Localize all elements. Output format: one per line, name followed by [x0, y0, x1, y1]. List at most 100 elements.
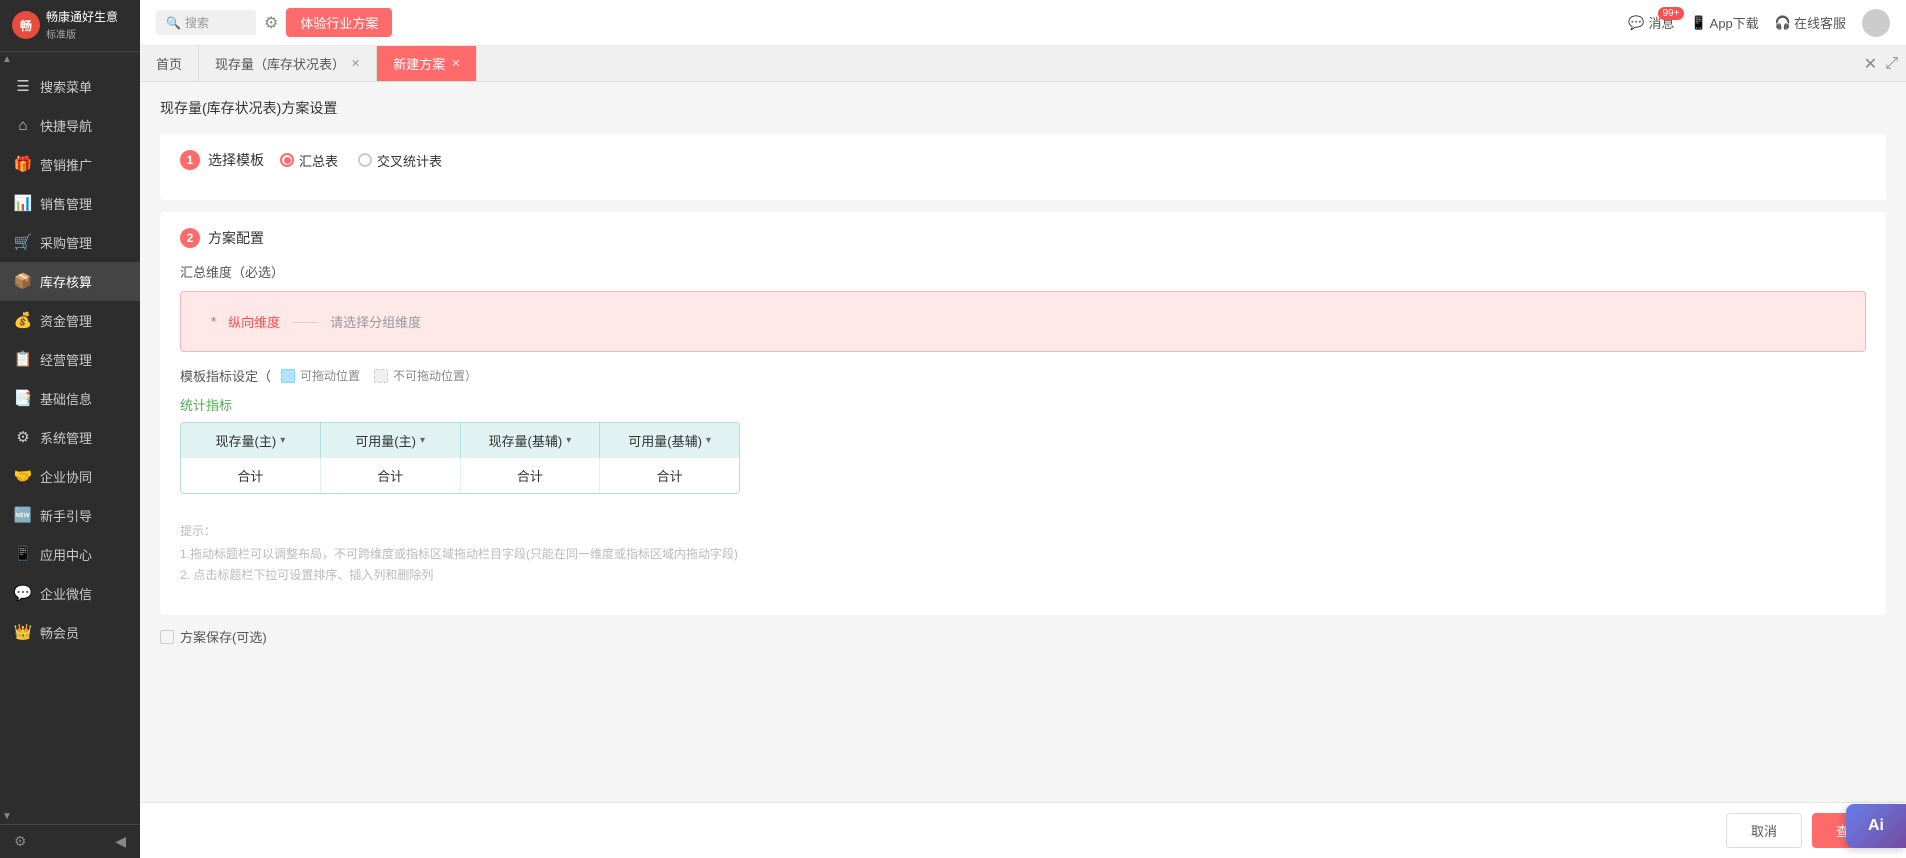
clipboard-icon: 📋: [14, 350, 32, 368]
doc-icon: 📑: [14, 389, 32, 407]
tabbar: 首页 现存量（库存状况表） ✕ 新建方案 ✕ ✕ ⤢: [140, 46, 1906, 82]
sidebar-item-sales[interactable]: 📊 销售管理: [0, 184, 140, 223]
step2-badge: 2: [180, 228, 200, 248]
tabbar-right: ✕ ⤢: [1864, 54, 1906, 74]
tab-close-inventory[interactable]: ✕: [351, 57, 360, 70]
sidebar-item-label: 系统管理: [40, 428, 92, 447]
stats-table-header: 现存量(主) ▾ 可用量(主) ▾ 现存量(基辅) ▾: [181, 423, 739, 458]
chat-icon: 💬: [14, 584, 32, 602]
sidebar-item-wechat[interactable]: 💬 企业微信: [0, 574, 140, 613]
sidebar-item-finance[interactable]: 💰 资金管理: [0, 301, 140, 340]
option-summary[interactable]: 汇总表: [280, 151, 338, 170]
dimension-dashes: ——: [292, 314, 318, 329]
message-badge: 99+: [1658, 7, 1685, 20]
money-icon: 💰: [14, 311, 32, 329]
option-cross[interactable]: 交叉统计表: [358, 151, 442, 170]
required-mark: *: [211, 314, 216, 329]
col-chevron-2[interactable]: ▾: [566, 435, 571, 446]
logo-text: 畅康通好生意 标准版: [46, 10, 118, 41]
tab-home[interactable]: 首页: [140, 46, 199, 81]
search-box[interactable]: 🔍 搜索: [156, 10, 256, 35]
tab-close-new-scheme[interactable]: ✕: [451, 57, 460, 70]
cart-icon: 🛒: [14, 233, 32, 251]
app-download-btn[interactable]: 📱 App下载: [1690, 13, 1758, 32]
crown-icon: 👑: [14, 623, 32, 641]
app-icon: 📱: [1690, 15, 1706, 31]
step1-badge: 1: [180, 150, 200, 170]
gift-icon: 🎁: [14, 155, 32, 173]
save-label: 方案保存(可选): [180, 627, 267, 646]
sidebar-item-label: 库存核算: [40, 272, 92, 291]
logo-icon: 畅: [12, 11, 40, 39]
sidebar-item-purchase[interactable]: 🛒 采购管理: [0, 223, 140, 262]
stats-col-2: 现存量(基辅) ▾: [461, 423, 601, 458]
sidebar-scroll-down[interactable]: ▼: [0, 809, 140, 824]
indicator-legend: 可拖动位置 不可拖动位置）: [281, 367, 477, 384]
sidebar-item-operations[interactable]: 📋 经营管理: [0, 340, 140, 379]
sidebar-item-member[interactable]: 👑 畅会员: [0, 613, 140, 652]
sidebar-item-label: 新手引导: [40, 506, 92, 525]
mobile-icon: 📱: [14, 545, 32, 563]
stats-table: 现存量(主) ▾ 可用量(主) ▾ 现存量(基辅) ▾: [180, 422, 740, 494]
stats-col-3: 可用量(基辅) ▾: [600, 423, 739, 458]
topbar-right: 💬 消息 99+ 📱 App下载 🎧 在线客服: [1628, 9, 1890, 37]
sidebar-item-guide[interactable]: 🆕 新手引导: [0, 496, 140, 535]
sidebar-item-label: 基础信息: [40, 389, 92, 408]
save-checkbox[interactable]: [160, 630, 174, 644]
sidebar-scroll-up[interactable]: ▲: [0, 52, 140, 67]
settings-icon[interactable]: ⚙: [14, 833, 27, 850]
trial-btn[interactable]: 体验行业方案: [286, 8, 392, 37]
step2-title: 方案配置: [208, 228, 264, 248]
online-service-btn[interactable]: 🎧 在线客服: [1775, 13, 1846, 32]
tips-title: 提示：: [180, 522, 1866, 539]
step1-header: 1 选择模板 汇总表 交叉统计表: [180, 150, 1866, 170]
dimension-box: * 纵向维度 —— 请选择分组维度: [180, 291, 1866, 352]
message-icon: 💬: [1628, 15, 1644, 31]
radio-cross[interactable]: [358, 153, 372, 167]
radio-summary[interactable]: [280, 153, 294, 167]
stats-col-1: 可用量(主) ▾: [321, 423, 461, 458]
col-chevron-0[interactable]: ▾: [280, 435, 285, 446]
sidebar-item-enterprise[interactable]: 🤝 企业协同: [0, 457, 140, 496]
sidebar-nav: ☰ 搜索菜单 ⌂ 快捷导航 🎁 营销推广 📊 销售管理 🛒 采购管理 📦 库存核…: [0, 67, 140, 809]
tab-inventory-status[interactable]: 现存量（库存状况表） ✕: [199, 46, 377, 81]
ai-fab-button[interactable]: Ai: [1846, 804, 1906, 848]
cancel-button[interactable]: 取消: [1726, 813, 1802, 848]
stats-body-1: 合计: [321, 458, 461, 493]
step2-header: 2 方案配置: [180, 228, 1866, 248]
headset-icon: 🎧: [1775, 15, 1791, 31]
close-panel-icon[interactable]: ✕: [1864, 54, 1877, 74]
tips-section: 提示： 1.拖动标题栏可以调整布局，不可跨维度或指标区域拖动栏目字段(只能在同一…: [180, 510, 1866, 599]
topbar: 🔍 搜索 ⚙ 体验行业方案 💬 消息 99+ 📱 App下载 🎧 在线客服: [140, 0, 1906, 46]
vertical-dimension-label: 纵向维度: [228, 312, 280, 331]
content-area: 现存量(库存状况表)方案设置 1 选择模板 汇总表 交叉统计表: [140, 82, 1906, 802]
tips-item-1: 2. 点击标题栏下拉可设置排序、插入列和删除列: [180, 566, 1866, 583]
collapse-icon[interactable]: ◀: [115, 833, 126, 850]
bottombar: 取消 查询: [140, 802, 1906, 858]
chart-icon: 📊: [14, 194, 32, 212]
sidebar-item-label: 快捷导航: [40, 116, 92, 135]
sidebar-item-search-menu[interactable]: ☰ 搜索菜单: [0, 67, 140, 106]
expand-icon[interactable]: ⤢: [1885, 55, 1898, 73]
box-icon: 📦: [14, 272, 32, 290]
sidebar-item-label: 采购管理: [40, 233, 92, 252]
sidebar-item-system[interactable]: ⚙ 系统管理: [0, 418, 140, 457]
stats-body-3: 合计: [600, 458, 739, 493]
gear-icon: ⚙: [14, 428, 32, 446]
sidebar-item-marketing[interactable]: 🎁 营销推广: [0, 145, 140, 184]
stats-section: 统计指标 现存量(主) ▾ 可用量(主) ▾: [180, 395, 1866, 494]
sidebar-item-app-center[interactable]: 📱 应用中心: [0, 535, 140, 574]
message-btn[interactable]: 💬 消息 99+: [1628, 13, 1674, 32]
legend-not-draggable: 不可拖动位置）: [374, 367, 477, 384]
sidebar-item-label: 畅会员: [40, 623, 79, 642]
sidebar-item-basic-info[interactable]: 📑 基础信息: [0, 379, 140, 418]
tab-new-scheme[interactable]: 新建方案 ✕: [377, 46, 477, 81]
sidebar-item-quick-nav[interactable]: ⌂ 快捷导航: [0, 106, 140, 145]
sidebar-item-label: 应用中心: [40, 545, 92, 564]
col-chevron-3[interactable]: ▾: [706, 435, 711, 446]
topbar-gear-icon[interactable]: ⚙: [264, 13, 278, 33]
user-avatar[interactable]: [1862, 9, 1890, 37]
col-chevron-1[interactable]: ▾: [420, 435, 425, 446]
stats-table-body: 合计 合计 合计 合计: [181, 458, 739, 493]
sidebar-item-inventory[interactable]: 📦 库存核算: [0, 262, 140, 301]
